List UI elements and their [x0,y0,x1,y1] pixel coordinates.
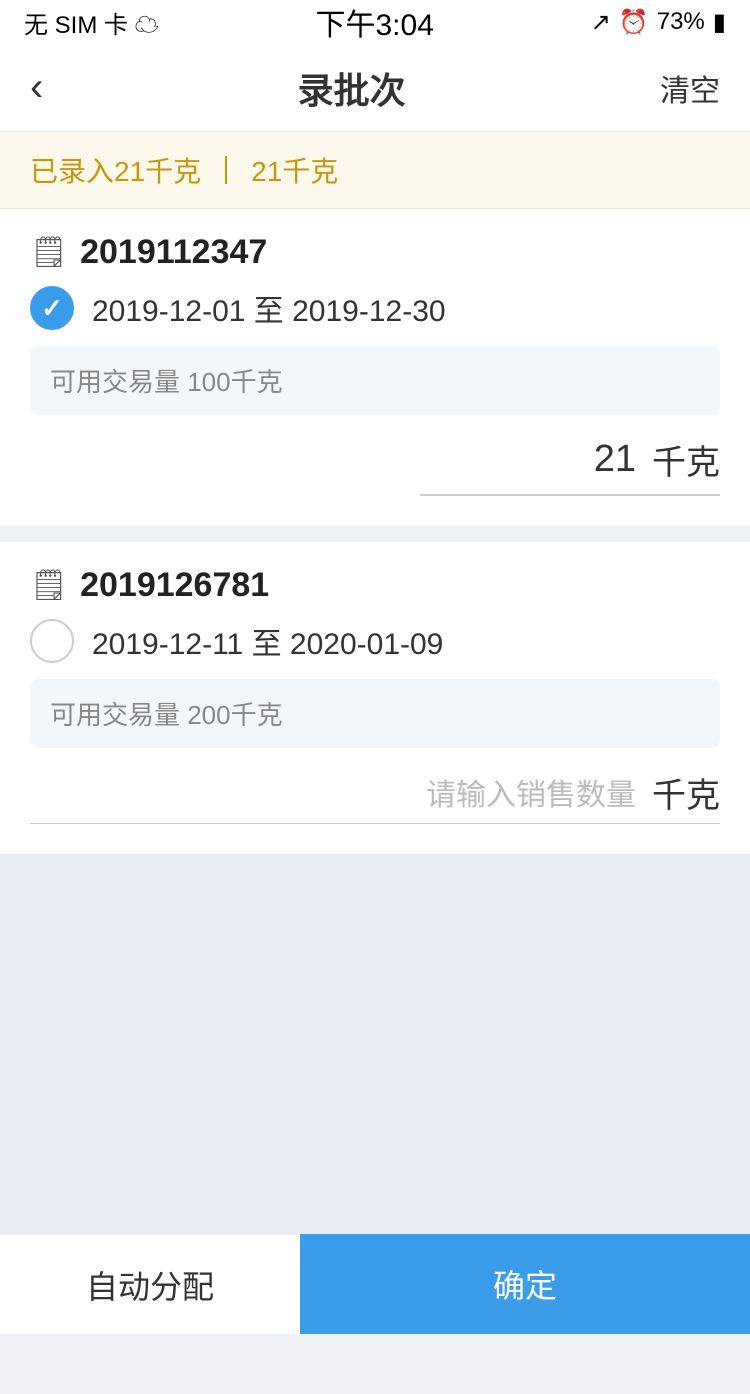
batch-id-2: 2019126781 [80,566,269,605]
batch-item-2: 🗒 2019126781 2019-12-11 至 2020-01-09 可用交… [0,542,750,748]
bottom-bar: 自动分配 确定 [0,1234,750,1334]
batch-id: 2019112347 [80,233,267,272]
battery-icon: ▮ [713,8,726,37]
batch-date-row[interactable]: 2019-12-01 至 2019-12-30 [30,286,720,330]
batch-date-row-2[interactable]: 2019-12-11 至 2020-01-09 [30,619,720,663]
battery-text: 73% [657,8,705,36]
input-underline [30,823,720,825]
back-button[interactable]: ‹ [30,65,43,110]
main-content: 已录入21千克 21千克 🗒 2019112347 2019-12-01 至 2… [0,132,750,1394]
status-right: ↗ ⏰ 73% ▮ [591,8,726,37]
status-time: 下午3:04 [316,0,434,44]
batch-doc-icon-2: 🗒 [30,568,68,603]
batch-separator [0,526,750,542]
status-bar: 无 SIM 卡 ☁ 下午3:04 ↗ ⏰ 73% ▮ [0,0,750,44]
quantity-underline [420,494,720,496]
input-row[interactable]: 请输入销售数量 千克 [0,748,750,817]
status-left: 无 SIM 卡 ☁ [24,5,159,40]
confirm-button[interactable]: 确定 [300,1234,750,1334]
batch-available: 可用交易量 100千克 [30,346,720,415]
batch-doc-icon: 🗒 [30,235,68,270]
alarm-icon: ⏰ [619,8,649,37]
page-title: 录批次 [298,62,406,114]
quantity-unit: 千克 [652,435,720,484]
batch-list: 🗒 2019112347 2019-12-01 至 2019-12-30 可用交… [0,209,750,854]
batch-quantity-section: 21 千克 [0,415,750,496]
batch-available-2: 可用交易量 200千克 [30,679,720,748]
summary-bar: 已录入21千克 21千克 [0,132,750,209]
quantity-row: 21 千克 [0,415,750,484]
summary-divider [225,156,227,184]
batch-header: 🗒 2019112347 [30,233,720,272]
no-sim-text: 无 SIM 卡 ☁ [24,5,159,40]
batch-header-2: 🗒 2019126781 [30,566,720,605]
nav-bar: ‹ 录批次 清空 [0,44,750,132]
clear-button[interactable]: 清空 [660,66,720,110]
summary-recorded: 已录入21千克 [30,150,201,190]
gray-area [0,854,750,1294]
batch-radio-unselected[interactable] [30,619,74,663]
summary-value: 21千克 [251,150,338,190]
batch-radio-selected[interactable] [30,286,74,330]
batch-date: 2019-12-01 至 2019-12-30 [92,286,446,330]
auto-distribute-button[interactable]: 自动分配 [0,1234,300,1334]
batch-item: 🗒 2019112347 2019-12-01 至 2019-12-30 可用交… [0,209,750,415]
location-icon: ↗ [591,8,611,37]
quantity-input-placeholder: 请输入销售数量 [426,770,636,814]
quantity-value: 21 [594,438,636,481]
batch-date-2: 2019-12-11 至 2020-01-09 [92,619,443,663]
input-unit: 千克 [652,768,720,817]
batch-input-section: 请输入销售数量 千克 [0,748,750,855]
